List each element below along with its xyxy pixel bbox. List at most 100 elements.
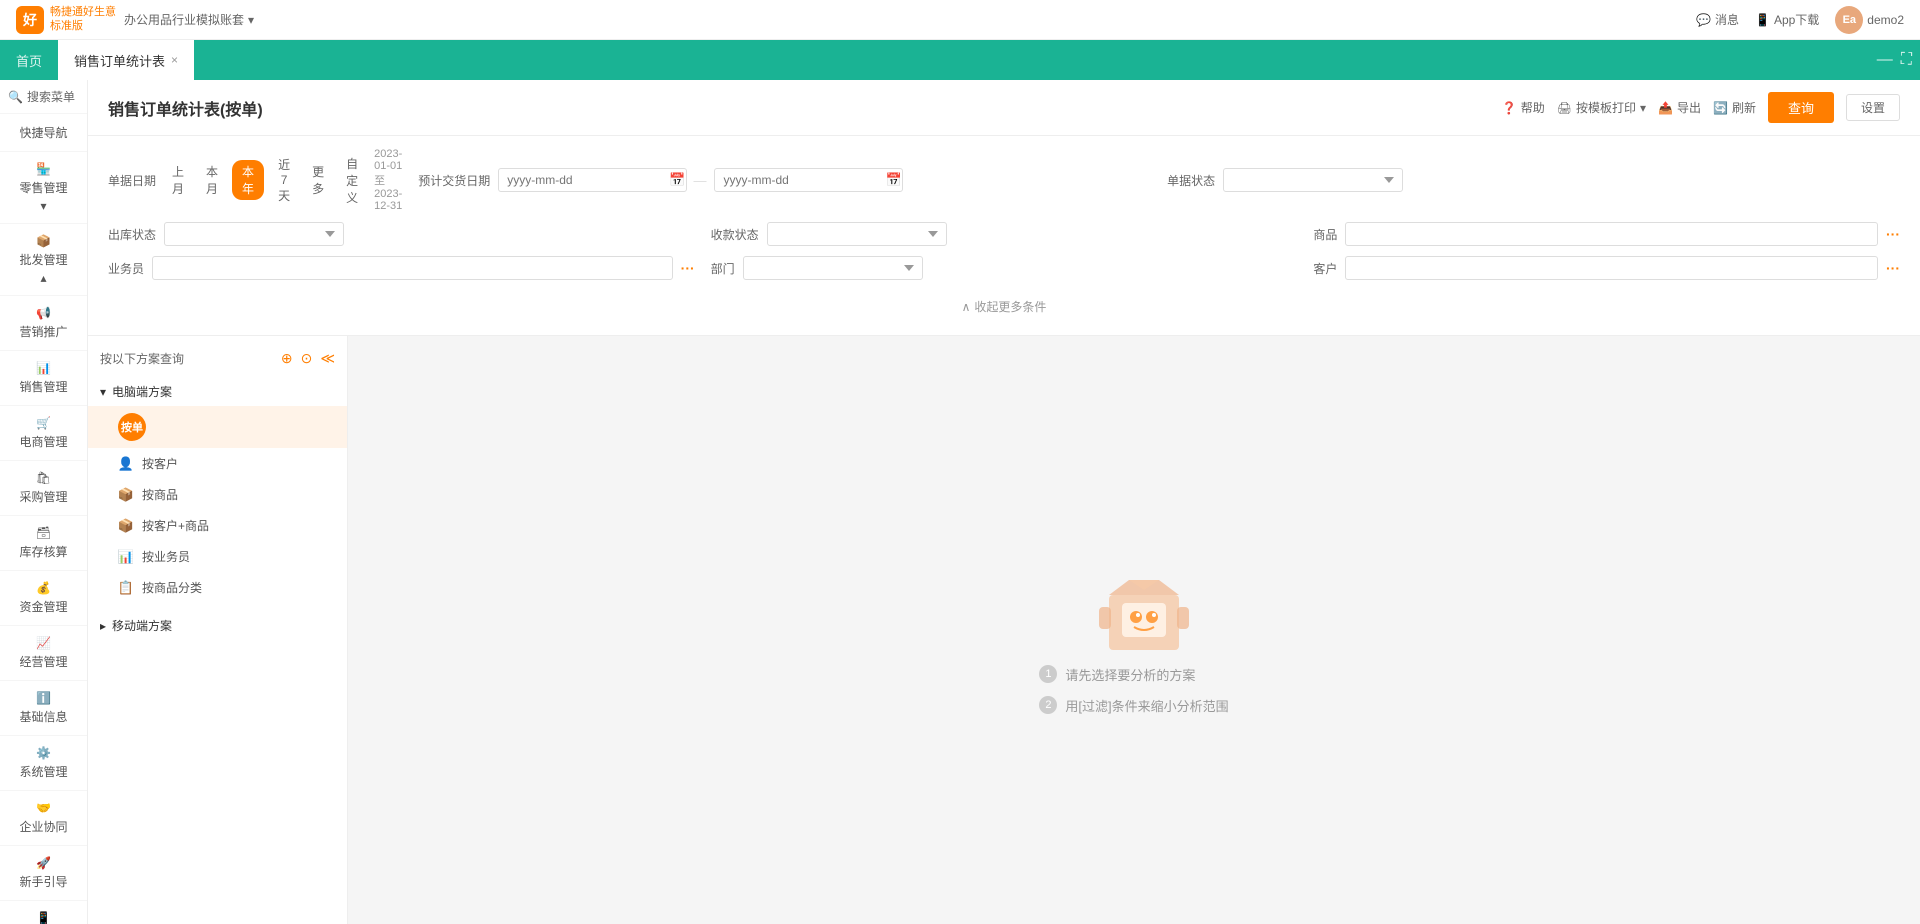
calendar-icon-1[interactable]: 📅 [669, 172, 685, 188]
export-button[interactable]: 📤 导出 [1658, 99, 1701, 116]
scheme-item-bycustomer[interactable]: 👤 按客户 [88, 448, 347, 479]
sidebar-item-basic[interactable]: ℹ️ 基础信息 [0, 681, 87, 736]
query-button[interactable]: 查询 [1768, 92, 1834, 123]
scheme-item-byorder[interactable]: 按单 [88, 406, 347, 448]
customer-input[interactable] [1345, 256, 1878, 280]
salesperson-input[interactable] [152, 256, 673, 280]
wholesale-arrow: ▴ [40, 271, 46, 285]
empty-illustration [1084, 545, 1184, 645]
scheme-group-mobile: ▸ 移动端方案 [88, 607, 347, 644]
calendar-icon-2[interactable]: 📅 [885, 172, 901, 188]
sidebar-item-purchase[interactable]: 🛍 采购管理 [0, 461, 87, 516]
sidebar-item-retail[interactable]: 🏪 零售管理 ▾ [0, 152, 87, 224]
collapse-icon: ∧ [962, 300, 971, 314]
empty-tip-2: 2 用[过滤]条件来缩小分析范围 [1039, 696, 1228, 715]
sidebar-search[interactable]: 🔍 搜索菜单 [0, 80, 87, 114]
right-content: 1 请先选择要分析的方案 2 用[过滤]条件来缩小分析范围 [348, 336, 1920, 924]
tab-sales-order[interactable]: 销售订单统计表 × [58, 40, 194, 80]
sidebar-item-marketing[interactable]: 📢 营销推广 [0, 296, 87, 351]
tip-text-1: 请先选择要分析的方案 [1065, 665, 1195, 684]
scheme-item-bygoods[interactable]: 📦 按商品 [88, 479, 347, 510]
bycustomer-label: 按客户 [142, 455, 178, 472]
scheme-group-label-mobile: 移动端方案 [112, 617, 172, 634]
sidebar: 🔍 搜索菜单 快捷导航 🏪 零售管理 ▾ 📦 批发管理 ▴ 📢 营销推广 📊 销… [0, 80, 88, 924]
collapse-button[interactable]: ∧ 收起更多条件 [108, 290, 1900, 323]
user-avatar-area[interactable]: Ea demo2 [1835, 6, 1904, 34]
app-download-button[interactable]: 📱 App下载 [1755, 11, 1819, 28]
sidebar-quick-nav[interactable]: 快捷导航 [0, 114, 87, 152]
breadcrumb-text: 办公用品行业模拟账套 [124, 11, 244, 28]
expected-date-end-input[interactable] [714, 168, 903, 192]
bysalesperson-icon: 📊 [118, 549, 134, 565]
scheme-item-bysalesperson[interactable]: 📊 按业务员 [88, 541, 347, 572]
print-button[interactable]: 🖨 按模板打印 ▾ [1557, 99, 1646, 116]
refresh-button[interactable]: 🔄 刷新 [1713, 99, 1756, 116]
help-button[interactable]: ❓ 帮助 [1502, 99, 1545, 116]
filter-item-date: 单据日期 上月 本月 本年 近7天 更多 自定义 2023-01-01 至 20… [108, 148, 402, 212]
department-select[interactable] [743, 256, 923, 280]
page-actions: ❓ 帮助 🖨 按模板打印 ▾ 📤 导出 🔄 刷新 查询 设置 [1502, 92, 1900, 123]
wholesale-icon: 📦 [36, 234, 51, 248]
logo-area: 好 畅捷通好生意 标准版 [16, 6, 116, 34]
more-btn[interactable]: 更多 [304, 160, 332, 200]
bycombined-icon: 📦 [118, 518, 134, 534]
message-button[interactable]: 💬 消息 [1696, 11, 1739, 28]
refresh-scheme-icon[interactable]: ⊙ [301, 350, 313, 367]
receipt-status-label: 收款状态 [711, 226, 759, 243]
filter-row-2: 出库状态 收款状态 商品 ··· [108, 222, 1900, 246]
salesperson-more-icon[interactable]: ··· [681, 260, 695, 276]
collapse-panel-icon[interactable]: ≪ [320, 350, 335, 367]
settings-button[interactable]: 设置 [1846, 94, 1900, 121]
this-month-btn[interactable]: 本月 [198, 160, 226, 200]
ship-status-select[interactable] [164, 222, 344, 246]
sidebar-item-system[interactable]: ⚙️ 系统管理 [0, 736, 87, 791]
sidebar-item-sales[interactable]: 📊 销售管理 [0, 351, 87, 406]
last7-btn[interactable]: 近7天 [270, 153, 298, 207]
main-layout: 🔍 搜索菜单 快捷导航 🏪 零售管理 ▾ 📦 批发管理 ▴ 📢 营销推广 📊 销… [0, 80, 1920, 924]
bycategory-label: 按商品分类 [142, 579, 202, 596]
empty-state: 1 请先选择要分析的方案 2 用[过滤]条件来缩小分析范围 [1039, 545, 1228, 715]
sidebar-item-finance[interactable]: 💰 资金管理 [0, 571, 87, 626]
order-status-select[interactable] [1223, 168, 1403, 192]
message-icon: 💬 [1696, 13, 1711, 27]
refresh-icon: 🔄 [1713, 101, 1728, 115]
this-year-btn[interactable]: 本年 [232, 160, 264, 200]
sidebar-item-enterprise[interactable]: 🤝 企业协同 [0, 791, 87, 846]
left-panel: 按以下方案查询 ⊕ ⊙ ≪ ▾ 电脑端方案 按单 [88, 336, 348, 924]
tab-label: 销售订单统计表 [74, 51, 165, 70]
sidebar-item-wholesale[interactable]: 📦 批发管理 ▴ [0, 224, 87, 296]
sidebar-item-inventory[interactable]: 🗃 库存核算 [0, 516, 87, 571]
tab-home[interactable]: 首页 [0, 40, 58, 80]
receipt-status-select[interactable] [767, 222, 947, 246]
tab-expand-icon[interactable]: ⛶ [1901, 51, 1912, 69]
byorder-label: 按单 [121, 419, 143, 435]
tab-minimize-icon[interactable]: — [1877, 51, 1893, 69]
sidebar-item-appcenter[interactable]: 📱 应用中心 [0, 901, 87, 924]
appcenter-icon: 📱 [36, 911, 51, 924]
scheme-group-pc: ▾ 电脑端方案 按单 👤 按客户 [88, 373, 347, 607]
left-panel-actions: ⊕ ⊙ ≪ [281, 350, 335, 367]
custom-btn[interactable]: 自定义 [338, 152, 366, 209]
expected-date-start-input[interactable] [498, 168, 687, 192]
last-month-btn[interactable]: 上月 [164, 160, 192, 200]
bycombined-label: 按客户+商品 [142, 517, 209, 534]
ecommerce-icon: 🛒 [36, 416, 51, 430]
scheme-item-bycategory[interactable]: 📋 按商品分类 [88, 572, 347, 603]
guide-icon: 🚀 [36, 856, 51, 870]
tip-num-1: 1 [1039, 665, 1057, 683]
scheme-item-bycombined[interactable]: 📦 按客户+商品 [88, 510, 347, 541]
ship-status-label: 出库状态 [108, 226, 156, 243]
scheme-group-header-mobile[interactable]: ▸ 移动端方案 [88, 611, 347, 640]
breadcrumb-dropdown-icon[interactable]: ▾ [248, 13, 254, 27]
add-scheme-icon[interactable]: ⊕ [281, 350, 293, 367]
customer-more-icon[interactable]: ··· [1886, 260, 1900, 276]
goods-input[interactable] [1345, 222, 1878, 246]
sidebar-item-ecommerce[interactable]: 🛒 电商管理 [0, 406, 87, 461]
goods-more-icon[interactable]: ··· [1886, 226, 1900, 242]
sidebar-item-operation[interactable]: 📈 经营管理 [0, 626, 87, 681]
sidebar-item-guide[interactable]: 🚀 新手引导 [0, 846, 87, 901]
search-label: 搜索菜单 [27, 88, 75, 105]
scheme-group-header-pc[interactable]: ▾ 电脑端方案 [88, 377, 347, 406]
tip-text-2: 用[过滤]条件来缩小分析范围 [1065, 696, 1228, 715]
tab-close-icon[interactable]: × [171, 53, 178, 67]
